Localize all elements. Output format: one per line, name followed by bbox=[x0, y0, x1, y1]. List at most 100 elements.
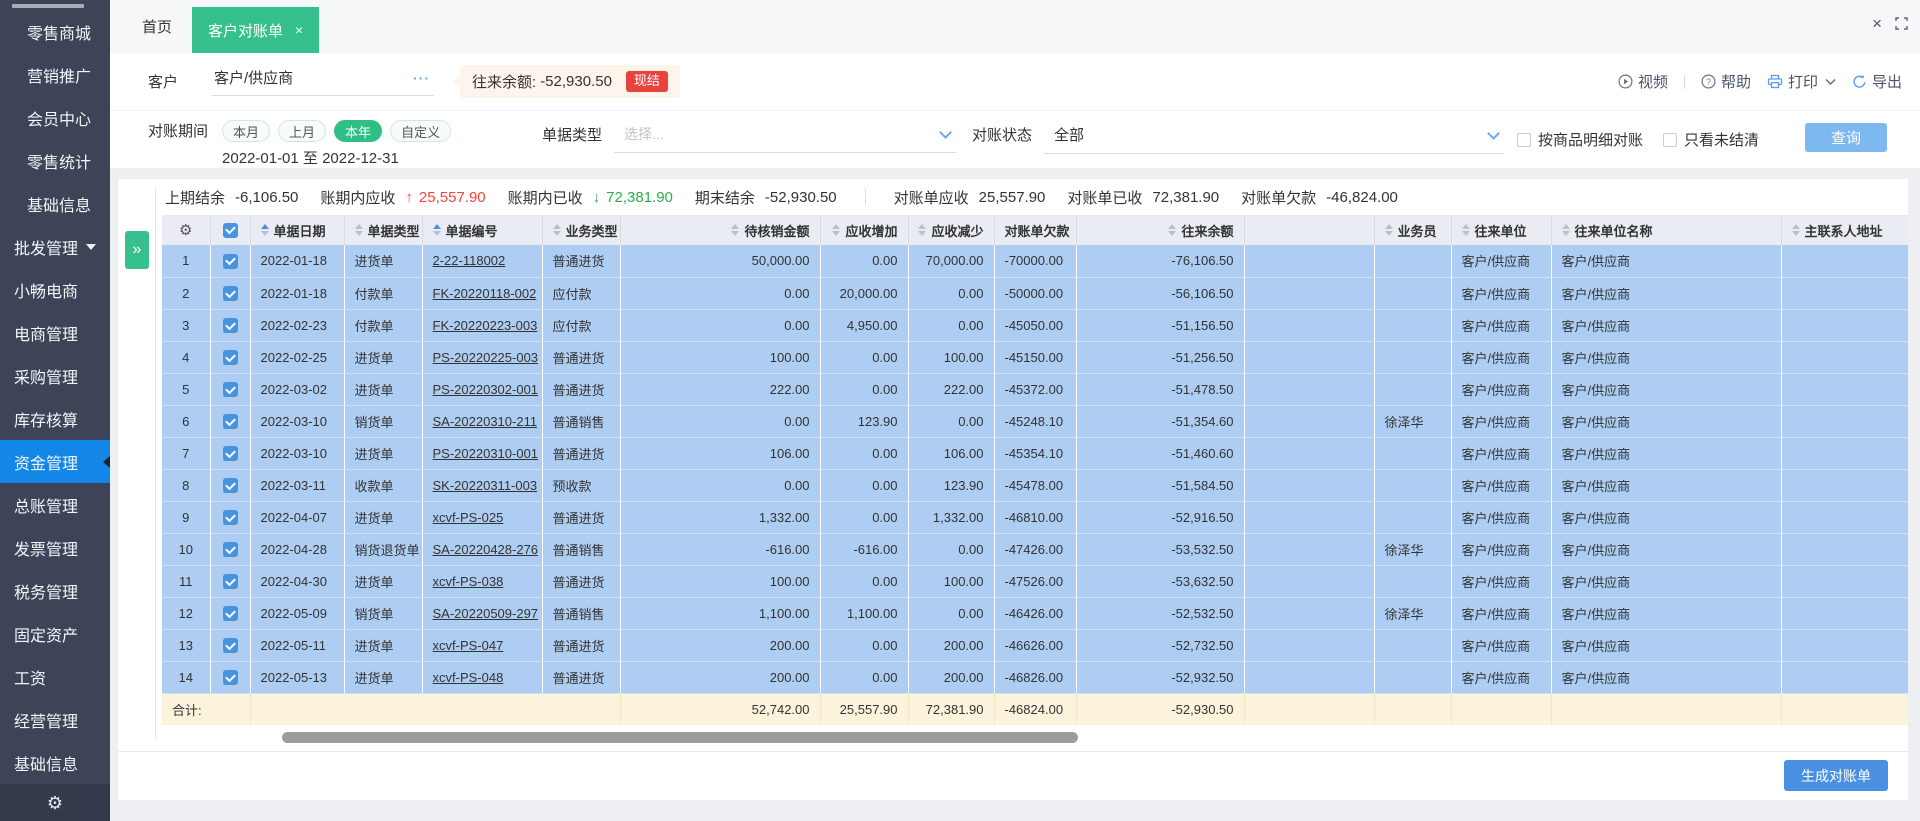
sidebar-item[interactable]: 零售商城 bbox=[0, 10, 110, 53]
sidebar-item[interactable]: 批发管理 bbox=[0, 225, 110, 268]
row-checkbox[interactable] bbox=[222, 638, 238, 654]
sort-icon[interactable] bbox=[1461, 224, 1470, 236]
sort-icon[interactable] bbox=[552, 224, 561, 236]
horizontal-scrollbar[interactable] bbox=[162, 732, 1908, 744]
sidebar-item[interactable]: 工资 bbox=[0, 655, 110, 698]
sidebar-item[interactable]: 小畅电商 bbox=[0, 268, 110, 311]
sort-icon[interactable] bbox=[1561, 224, 1570, 236]
sidebar-item[interactable]: 库存核算 bbox=[0, 397, 110, 440]
column-header-pending[interactable]: 待核销金额 bbox=[620, 215, 821, 245]
doc-no-link[interactable]: PS-20220310-001 bbox=[433, 446, 539, 461]
doc-no-link[interactable]: SK-20220311-003 bbox=[433, 478, 538, 493]
table-row[interactable]: 10 2022-04-28 销货退货单 SA-20220428-276 普通销售 -616… bbox=[162, 533, 1908, 566]
table-row[interactable]: 11 2022-04-30 进货单 xcvf-PS-038 普通进货 100.00 0.00… bbox=[162, 565, 1908, 598]
doc-no-link[interactable]: 2-22-118002 bbox=[433, 253, 506, 268]
sidebar-item[interactable]: 经营管理 bbox=[0, 698, 110, 741]
row-checkbox[interactable] bbox=[222, 574, 238, 590]
table-row[interactable]: 2 2022-01-18 付款单 FK-20220118-002 应付款 0.00 20,0… bbox=[162, 277, 1908, 310]
doc-no-link[interactable]: FK-20220223-003 bbox=[433, 318, 538, 333]
sidebar-item[interactable]: 零售统计 bbox=[0, 139, 110, 182]
checkbox-icon[interactable] bbox=[1517, 132, 1531, 147]
sidebar-item[interactable]: 营销推广 bbox=[0, 53, 110, 96]
table-row[interactable]: 3 2022-02-23 付款单 FK-20220223-003 应付款 0.00 4,95… bbox=[162, 309, 1908, 342]
column-header-balance[interactable]: 往来余额 bbox=[1076, 215, 1245, 245]
row-checkbox[interactable] bbox=[222, 446, 238, 462]
checkbox-icon[interactable] bbox=[1663, 132, 1677, 147]
row-checkbox[interactable] bbox=[222, 542, 238, 558]
tab-home[interactable]: 首页 bbox=[122, 0, 192, 53]
doc-no-link[interactable]: SA-20220428-276 bbox=[433, 542, 539, 557]
table-row[interactable]: 13 2022-05-11 进货单 xcvf-PS-047 普通进货 200.00 0.00… bbox=[162, 629, 1908, 662]
table-row[interactable]: 4 2022-02-25 进货单 PS-20220225-003 普通进货 100.00 0… bbox=[162, 341, 1908, 374]
period-pill[interactable]: 上月 bbox=[278, 120, 327, 142]
table-row[interactable]: 5 2022-03-02 进货单 PS-20220302-001 普通进货 222.00 0… bbox=[162, 373, 1908, 406]
sort-icon[interactable] bbox=[832, 224, 841, 236]
doc-no-link[interactable]: FK-20220118-002 bbox=[433, 286, 537, 301]
column-header-owe[interactable]: 对账单欠款 bbox=[994, 215, 1077, 245]
table-row[interactable]: 6 2022-03-10 销货单 SA-20220310-211 普通销售 0.00 123… bbox=[162, 405, 1908, 438]
row-checkbox[interactable] bbox=[222, 414, 238, 430]
sort-icon[interactable] bbox=[1791, 224, 1800, 236]
column-header-check[interactable] bbox=[210, 215, 251, 245]
row-checkbox[interactable] bbox=[222, 318, 238, 334]
sidebar-item[interactable]: 总账管理 bbox=[0, 483, 110, 526]
table-row[interactable]: 8 2022-03-11 收款单 SK-20220311-003 预收款 0.00 0.00… bbox=[162, 469, 1908, 502]
period-pill[interactable]: 本月 bbox=[222, 120, 271, 142]
checkbox-by-product-detail[interactable]: 按商品明细对账 bbox=[1517, 129, 1643, 150]
doc-no-link[interactable]: SA-20220509-297 bbox=[433, 606, 539, 621]
row-checkbox[interactable] bbox=[222, 382, 238, 398]
row-checkbox[interactable] bbox=[222, 606, 238, 622]
column-header-doc_type[interactable]: 单据类型 bbox=[344, 215, 423, 245]
scrollbar-thumb[interactable] bbox=[282, 732, 1078, 743]
export-button[interactable]: 导出 bbox=[1852, 71, 1902, 92]
column-header-unit[interactable]: 往来单位 bbox=[1451, 215, 1552, 245]
table-row[interactable]: 9 2022-04-07 进货单 xcvf-PS-025 普通进货 1,332.00 0.0… bbox=[162, 501, 1908, 534]
settings-gear-icon[interactable]: ⚙ bbox=[47, 794, 63, 812]
sidebar-item[interactable]: 基础信息 bbox=[0, 741, 110, 784]
sort-icon[interactable] bbox=[1168, 224, 1177, 236]
doc-no-link[interactable]: xcvf-PS-047 bbox=[433, 638, 504, 653]
column-header-address[interactable]: 主联系人地址 bbox=[1781, 215, 1908, 245]
sidebar-item[interactable]: 资金管理 bbox=[0, 440, 110, 483]
fullscreen-icon[interactable] bbox=[1895, 17, 1908, 30]
period-pill[interactable]: 本年 bbox=[334, 120, 383, 142]
column-settings-icon[interactable]: ⚙ bbox=[179, 221, 192, 239]
tab-close-icon[interactable]: × bbox=[295, 23, 303, 37]
sort-icon[interactable] bbox=[260, 224, 269, 236]
doc-no-link[interactable]: xcvf-PS-038 bbox=[433, 574, 504, 589]
sidebar-item[interactable]: 发票管理 bbox=[0, 526, 110, 569]
column-header-date[interactable]: 单据日期 bbox=[250, 215, 345, 245]
doc-no-link[interactable]: xcvf-PS-025 bbox=[433, 510, 504, 525]
sidebar-item[interactable]: 电商管理 bbox=[0, 311, 110, 354]
row-checkbox[interactable] bbox=[222, 253, 238, 269]
sidebar-item[interactable]: 税务管理 bbox=[0, 569, 110, 612]
column-header-unit_name[interactable]: 往来单位名称 bbox=[1551, 215, 1782, 245]
column-header-biz_type[interactable]: 业务类型 bbox=[542, 215, 621, 245]
query-button[interactable]: 查询 bbox=[1805, 123, 1887, 152]
doc-no-link[interactable]: PS-20220225-003 bbox=[433, 350, 539, 365]
table-row[interactable]: 12 2022-05-09 销货单 SA-20220509-297 普通销售 1,100.… bbox=[162, 597, 1908, 630]
video-button[interactable]: 视频 bbox=[1618, 71, 1668, 92]
sort-icon[interactable] bbox=[918, 224, 927, 236]
row-checkbox[interactable] bbox=[222, 478, 238, 494]
sidebar-item[interactable]: 固定资产 bbox=[0, 612, 110, 655]
expand-panel-button[interactable]: » bbox=[125, 231, 149, 269]
row-checkbox[interactable] bbox=[222, 350, 238, 366]
more-options-icon[interactable]: ··· bbox=[413, 70, 430, 86]
table-row[interactable]: 14 2022-05-13 进货单 xcvf-PS-048 普通进货 200.00 0.00… bbox=[162, 661, 1908, 694]
column-header-salesman[interactable]: 业务员 bbox=[1374, 215, 1452, 245]
sort-icon[interactable] bbox=[731, 224, 740, 236]
period-pill[interactable]: 自定义 bbox=[390, 120, 452, 142]
help-button[interactable]: ? 帮助 bbox=[1701, 71, 1751, 92]
sort-icon[interactable] bbox=[1384, 224, 1393, 236]
tab-customer-statement[interactable]: 客户对账单 × bbox=[192, 7, 320, 53]
sidebar-item[interactable]: 会员中心 bbox=[0, 96, 110, 139]
row-checkbox[interactable] bbox=[222, 670, 238, 686]
select-all-checkbox[interactable] bbox=[222, 222, 238, 238]
chevron-down-icon[interactable] bbox=[1825, 78, 1836, 86]
row-checkbox[interactable] bbox=[222, 510, 238, 526]
sidebar-item[interactable]: 采购管理 bbox=[0, 354, 110, 397]
generate-statement-button[interactable]: 生成对账单 bbox=[1784, 760, 1888, 791]
row-checkbox[interactable] bbox=[222, 286, 238, 302]
close-icon[interactable]: × bbox=[1872, 15, 1882, 32]
